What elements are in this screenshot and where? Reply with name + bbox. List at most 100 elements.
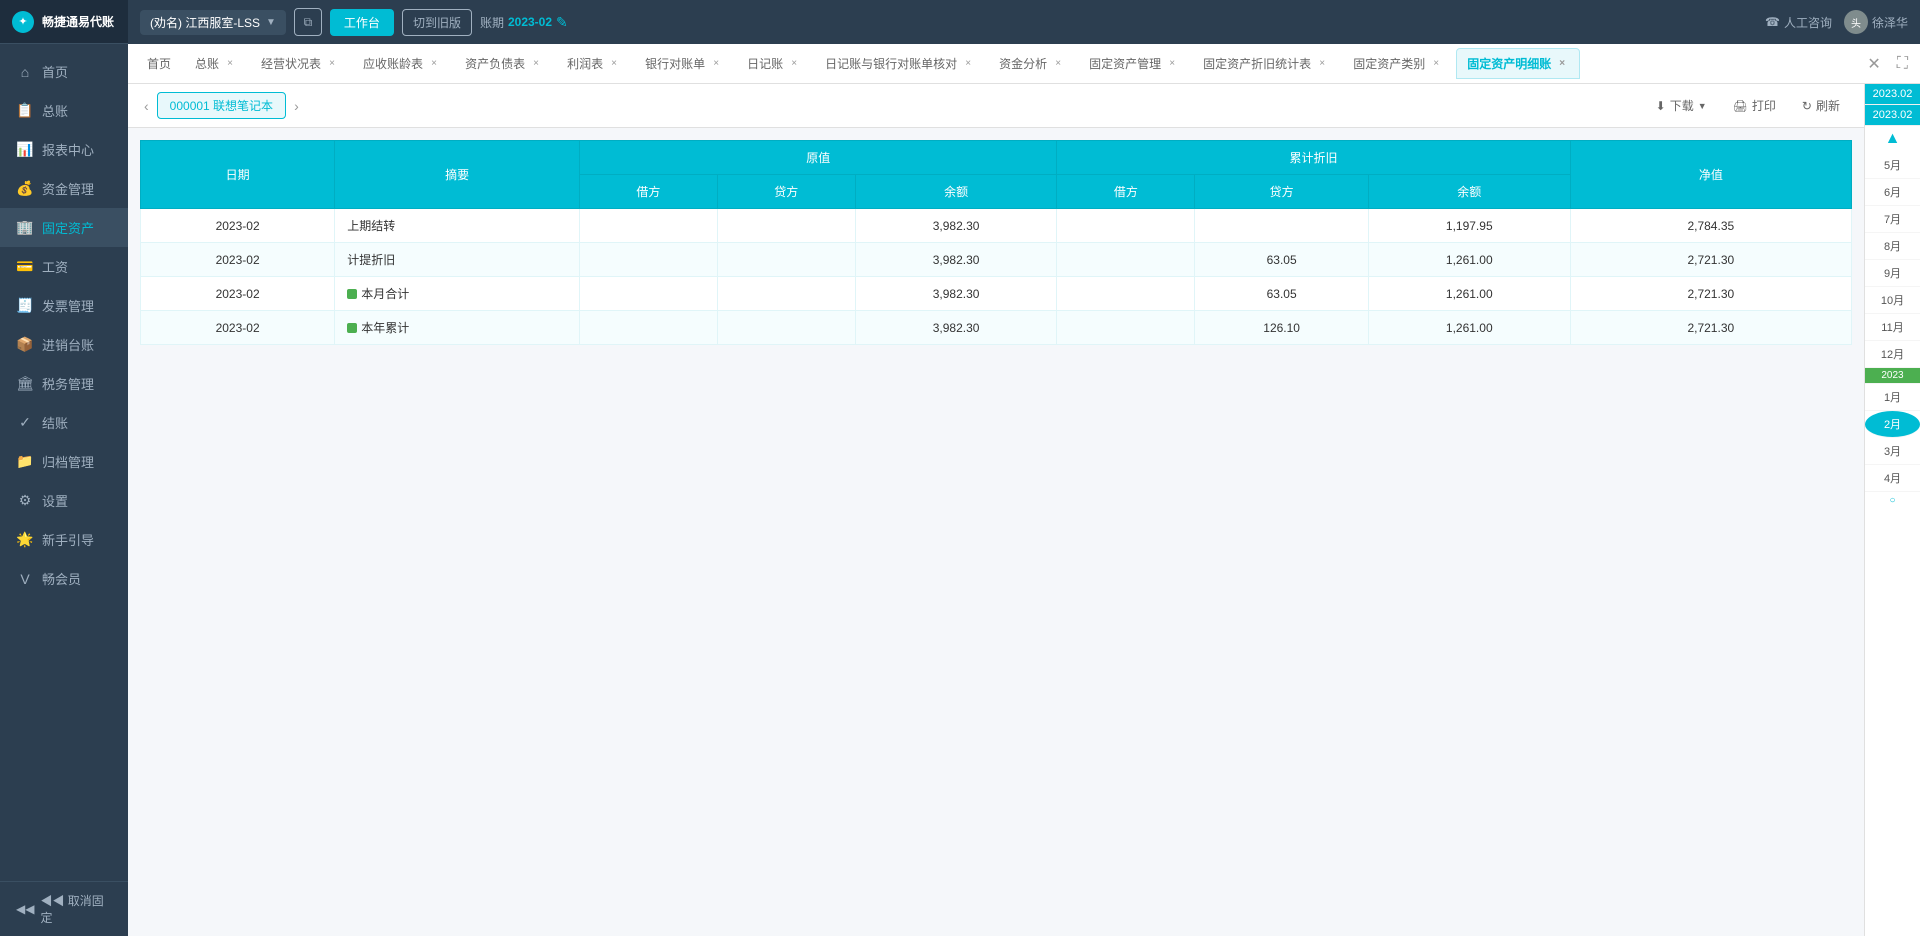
- tab-home[interactable]: 首页: [136, 48, 182, 79]
- tabbar-actions: ✕ ⛶: [1863, 50, 1912, 78]
- right-panel-month-1月[interactable]: 1月: [1865, 384, 1920, 411]
- tab-close-icon[interactable]: ×: [325, 57, 339, 71]
- tab-balance[interactable]: 资产负债表×: [454, 48, 554, 79]
- switch-version-button[interactable]: 切到旧版: [402, 9, 472, 36]
- sidebar-unpin-button[interactable]: ◀◀ ◀◀ 取消固定: [0, 881, 128, 936]
- sidebar-item-ledger[interactable]: 📋 总账: [0, 91, 128, 130]
- right-panel-month-6月[interactable]: 6月: [1865, 179, 1920, 206]
- tab-close-icon[interactable]: ×: [709, 57, 723, 71]
- archive-icon: 📁: [16, 453, 34, 471]
- right-panel-month-4月[interactable]: 4月: [1865, 465, 1920, 492]
- tab-close-icon[interactable]: ×: [961, 57, 975, 71]
- col-acc-credit: 贷方: [1195, 175, 1369, 209]
- right-panel-date-2[interactable]: 2023.02: [1865, 105, 1920, 126]
- col-orig-debit: 借方: [579, 175, 717, 209]
- tax-icon: 🏛: [16, 375, 34, 393]
- right-panel-month-2023[interactable]: 2023: [1865, 368, 1920, 384]
- sidebar-item-sales[interactable]: 📦 进销台账: [0, 325, 128, 364]
- tab-close-icon[interactable]: ×: [529, 57, 543, 71]
- cell-acc-debit: [1057, 277, 1195, 311]
- download-button[interactable]: ⬇ 下载 ▼: [1648, 93, 1715, 118]
- tab-close-icon[interactable]: ×: [1429, 57, 1443, 71]
- sidebar-item-settings[interactable]: ⚙ 设置: [0, 481, 128, 520]
- tab-bank[interactable]: 银行对账单×: [634, 48, 734, 79]
- tab-close-icon[interactable]: ×: [427, 57, 441, 71]
- maximize-button[interactable]: ⛶: [1893, 51, 1912, 77]
- right-panel-month-2月[interactable]: 2月: [1865, 411, 1920, 438]
- ledger-icon: 📋: [16, 102, 34, 120]
- cell-acc-balance: 1,261.00: [1368, 277, 1570, 311]
- sidebar-item-home[interactable]: ⌂ 首页: [0, 52, 128, 91]
- right-panel-date-1[interactable]: 2023.02: [1865, 84, 1920, 105]
- company-selector[interactable]: (劝名) 江西服室-LSS ▼: [140, 10, 286, 35]
- right-panel-month-5月[interactable]: 5月: [1865, 152, 1920, 179]
- period-edit-icon[interactable]: ✎: [556, 14, 568, 31]
- tab-fixed-depreciation[interactable]: 固定资产折旧统计表×: [1192, 48, 1340, 79]
- tab-close-icon[interactable]: ×: [1555, 57, 1569, 71]
- sub-nav-item[interactable]: 000001 联想笔记本: [157, 92, 286, 119]
- refresh-button[interactable]: ↻ 刷新: [1794, 93, 1848, 118]
- right-panel-month-7月[interactable]: 7月: [1865, 206, 1920, 233]
- right-panel-scroll-up[interactable]: ▲: [1865, 126, 1920, 152]
- right-panel-month-3月[interactable]: 3月: [1865, 438, 1920, 465]
- tab-fixed-detail[interactable]: 固定资产明细账×: [1456, 48, 1580, 79]
- row-badge-dot: [347, 323, 357, 333]
- sidebar-item-invoice[interactable]: 🧾 发票管理: [0, 286, 128, 325]
- cell-acc-credit: 63.05: [1195, 243, 1369, 277]
- right-panel-month-10月[interactable]: 10月: [1865, 287, 1920, 314]
- support-button[interactable]: ☎ 人工咨询: [1765, 14, 1832, 31]
- company-name: (劝名) 江西服室-LSS: [150, 14, 260, 31]
- tab-journal[interactable]: 日记账 ×: [736, 48, 812, 79]
- tab-label: 资金分析: [999, 55, 1047, 72]
- tab-business[interactable]: 经营状况表×: [250, 48, 350, 79]
- tab-label: 日记账: [747, 55, 783, 72]
- cell-orig-debit: [579, 243, 717, 277]
- close-all-tabs-button[interactable]: ✕: [1863, 50, 1884, 78]
- sidebar-item-archive[interactable]: 📁 归档管理: [0, 442, 128, 481]
- right-panel-nav-icon[interactable]: ○: [1865, 492, 1920, 509]
- tab-close-icon[interactable]: ×: [787, 57, 801, 71]
- sidebar-item-capital[interactable]: 💰 资金管理: [0, 169, 128, 208]
- cell-acc-debit: [1057, 243, 1195, 277]
- cell-orig-credit: [717, 243, 855, 277]
- workbench-button[interactable]: 工作台: [330, 9, 394, 36]
- tab-fixed-mgmt[interactable]: 固定资产管理×: [1078, 48, 1190, 79]
- right-panel-month-12月[interactable]: 12月: [1865, 341, 1920, 368]
- sidebar-item-tax[interactable]: 🏛 税务管理: [0, 364, 128, 403]
- tab-close-icon[interactable]: ×: [1315, 57, 1329, 71]
- col-net-value: 净值: [1570, 141, 1851, 209]
- tab-journal-bank[interactable]: 日记账与银行对账单核对×: [814, 48, 986, 79]
- cell-acc-debit: [1057, 311, 1195, 345]
- sidebar-item-reports[interactable]: 📊 报表中心: [0, 130, 128, 169]
- tab-close-icon[interactable]: ×: [1051, 57, 1065, 71]
- right-panel-month-8月[interactable]: 8月: [1865, 233, 1920, 260]
- user-menu[interactable]: 头 徐泽华: [1844, 10, 1908, 34]
- guide-icon: 🌟: [16, 531, 34, 549]
- right-panel-month-9月[interactable]: 9月: [1865, 260, 1920, 287]
- sidebar-item-guide[interactable]: 🌟 新手引导: [0, 520, 128, 559]
- table-row: 2023-02 本年累计 3,982.30 126.10 1,261.00 2,…: [141, 311, 1852, 345]
- sidebar: ✦ 畅捷通易代账 ⌂ 首页 📋 总账 📊 报表中心 💰 资金管理 🏢 固定资产 …: [0, 0, 128, 936]
- tab-ledger[interactable]: 总账×: [184, 48, 248, 79]
- print-button[interactable]: 🖨 打印: [1725, 93, 1784, 118]
- cell-orig-balance: 3,982.30: [855, 243, 1057, 277]
- sidebar-item-fixed-assets[interactable]: 🏢 固定资产: [0, 208, 128, 247]
- sidebar-item-member[interactable]: V 畅会员: [0, 559, 128, 598]
- col-orig-credit: 贷方: [717, 175, 855, 209]
- tab-capital-analysis[interactable]: 资金分析 ×: [988, 48, 1076, 79]
- copy-button[interactable]: ⧉: [294, 8, 322, 36]
- cell-orig-balance: 3,982.30: [855, 311, 1057, 345]
- sidebar-item-closing[interactable]: ✓ 结账: [0, 403, 128, 442]
- tab-close-icon[interactable]: ×: [1165, 57, 1179, 71]
- cell-net-value: 2,721.30: [1570, 277, 1851, 311]
- tab-close-icon[interactable]: ×: [223, 57, 237, 71]
- sidebar-item-payroll[interactable]: 💳 工资: [0, 247, 128, 286]
- sub-nav-prev[interactable]: ‹: [144, 98, 149, 114]
- tab-close-icon[interactable]: ×: [607, 57, 621, 71]
- tab-profit[interactable]: 利润表×: [556, 48, 632, 79]
- tab-receivable[interactable]: 应收账龄表×: [352, 48, 452, 79]
- tab-fixed-category[interactable]: 固定资产类别×: [1342, 48, 1454, 79]
- cell-note: 本年累计: [335, 311, 580, 345]
- sub-nav-next[interactable]: ›: [294, 98, 299, 114]
- right-panel-month-11月[interactable]: 11月: [1865, 314, 1920, 341]
